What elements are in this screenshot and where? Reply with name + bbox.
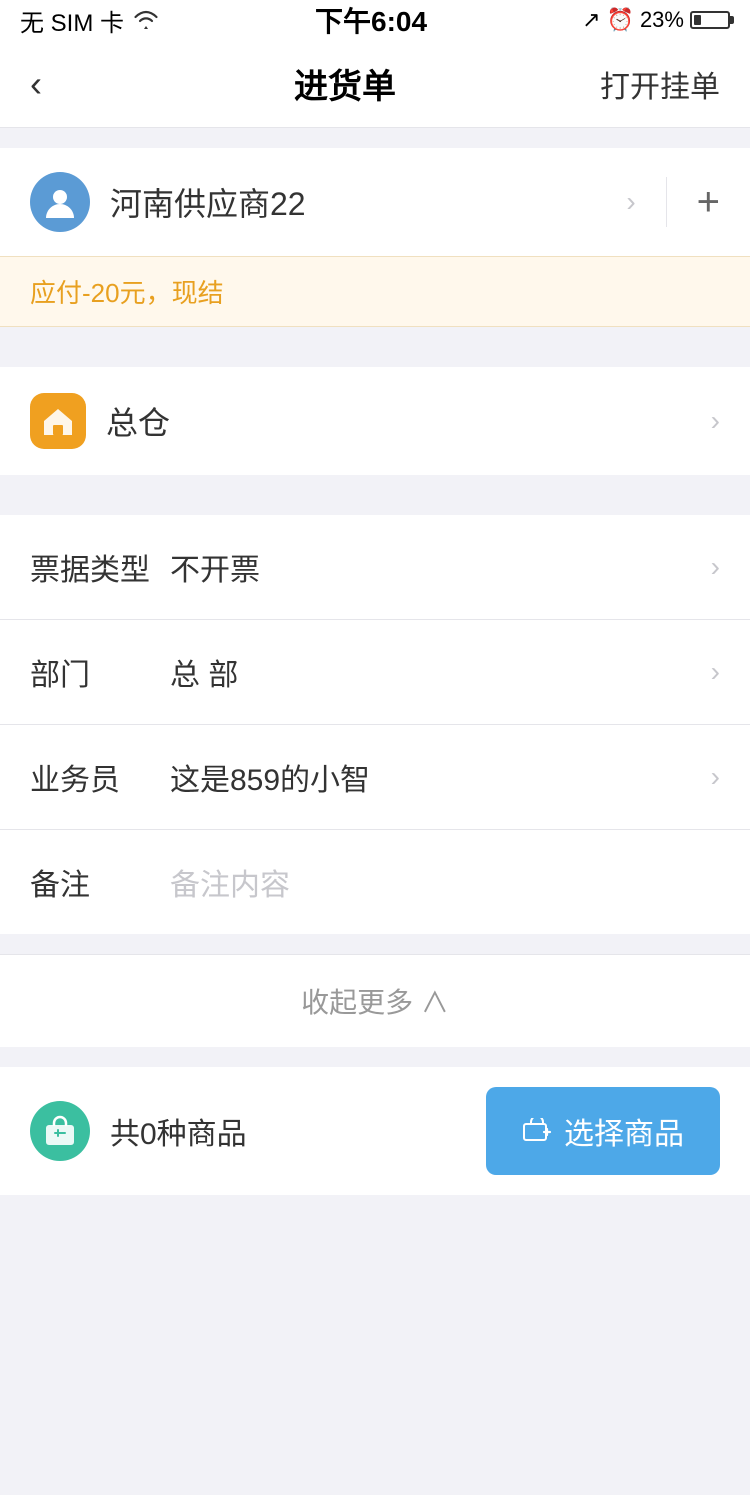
select-product-label: 选择商品	[564, 1109, 684, 1153]
page-title: 进货单	[294, 59, 396, 108]
warehouse-label: 总仓	[106, 398, 711, 444]
department-row[interactable]: 部门 总 部 ›	[0, 620, 750, 725]
collapse-label: 收起更多 ∧	[301, 981, 449, 1021]
department-value: 总 部	[150, 650, 711, 694]
supplier-chevron-icon: ›	[626, 186, 635, 218]
section-gap-1	[0, 128, 750, 148]
remarks-input[interactable]: 备注内容	[150, 860, 720, 904]
supplier-name: 河南供应商22	[110, 179, 626, 225]
location-icon: ↗	[582, 7, 600, 33]
section-gap-3	[0, 475, 750, 495]
warehouse-icon	[30, 393, 86, 449]
status-time: 下午6:04	[315, 0, 427, 40]
battery-percent: 23%	[640, 7, 684, 33]
product-icon-wrap	[30, 1101, 90, 1161]
vertical-divider	[666, 177, 667, 227]
battery-icon	[690, 11, 730, 29]
person-icon	[42, 184, 78, 220]
supplier-avatar	[30, 172, 90, 232]
warehouse-row[interactable]: 总仓 ›	[0, 367, 750, 475]
remarks-row[interactable]: 备注 备注内容	[0, 830, 750, 934]
alert-text: 应付-20元，现结	[30, 278, 224, 308]
salesperson-value: 这是859的小智	[150, 755, 711, 799]
department-chevron-icon: ›	[711, 656, 720, 688]
status-left: 无 SIM 卡	[20, 3, 160, 38]
shopping-bag-icon	[42, 1115, 78, 1147]
bottom-bar: 共0种商品 选择商品	[0, 1067, 750, 1195]
supplier-actions: › +	[626, 177, 720, 227]
ticket-type-label: 票据类型	[30, 545, 150, 589]
supplier-row[interactable]: 河南供应商22 › +	[0, 148, 750, 256]
ticket-type-chevron-icon: ›	[711, 551, 720, 583]
add-supplier-button[interactable]: +	[697, 180, 720, 225]
product-count-label: 共0种商品	[110, 1109, 466, 1153]
department-label: 部门	[30, 650, 150, 694]
back-button[interactable]: ‹	[30, 63, 90, 105]
gray-fill-area	[0, 1195, 750, 1495]
salesperson-chevron-icon: ›	[711, 761, 720, 793]
warehouse-chevron-icon: ›	[711, 405, 720, 437]
remarks-label: 备注	[30, 860, 150, 904]
warehouse-section: 总仓 ›	[0, 367, 750, 475]
salesperson-row[interactable]: 业务员 这是859的小智 ›	[0, 725, 750, 830]
collapse-row[interactable]: 收起更多 ∧	[0, 954, 750, 1047]
house-icon	[42, 407, 74, 435]
ticket-type-row[interactable]: 票据类型 不开票 ›	[0, 515, 750, 620]
salesperson-label: 业务员	[30, 755, 150, 799]
select-product-button[interactable]: 选择商品	[486, 1087, 720, 1175]
alarm-icon: ⏰	[607, 7, 634, 33]
status-bar: 无 SIM 卡 下午6:04 ↗ ⏰ 23%	[0, 0, 750, 40]
supplier-section: 河南供应商22 › + 应付-20元，现结	[0, 148, 750, 327]
status-right: ↗ ⏰ 23%	[582, 7, 730, 33]
wifi-icon	[132, 10, 160, 30]
alert-banner: 应付-20元，现结	[0, 256, 750, 327]
carrier-label: 无 SIM 卡	[20, 3, 124, 38]
section-gap-2	[0, 327, 750, 347]
ticket-type-value: 不开票	[150, 545, 711, 589]
open-pending-button[interactable]: 打开挂单	[600, 62, 720, 106]
cart-icon	[522, 1118, 552, 1144]
form-section: 票据类型 不开票 › 部门 总 部 › 业务员 这是859的小智 › 备注 备注…	[0, 515, 750, 934]
nav-bar: ‹ 进货单 打开挂单	[0, 40, 750, 128]
